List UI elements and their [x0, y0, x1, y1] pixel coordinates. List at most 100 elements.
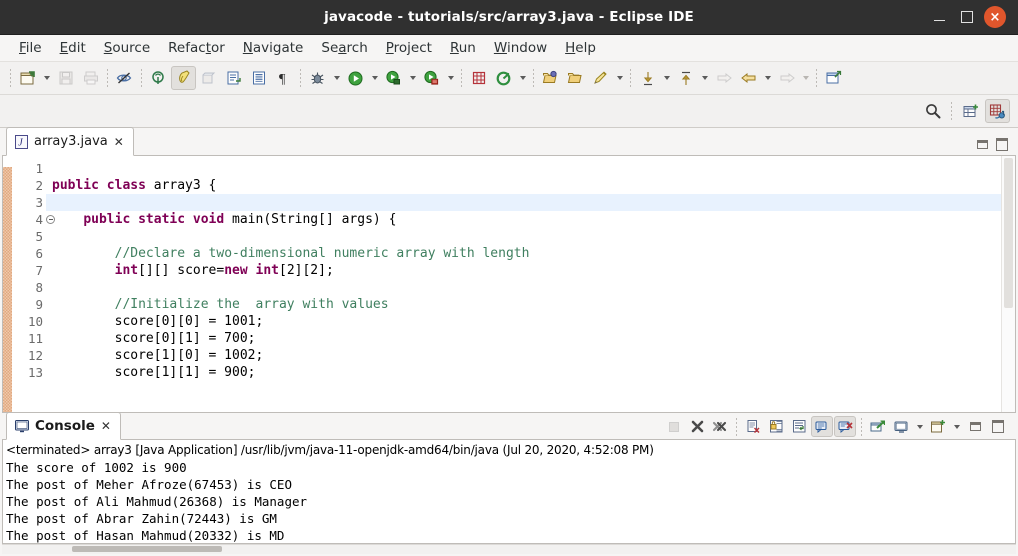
clear-console-button[interactable] — [742, 416, 764, 437]
forward-nav-button[interactable] — [711, 66, 736, 90]
console-output-line: The post of Ali Mahmud(26368) is Manager — [6, 494, 308, 509]
menu-bar: File Edit Source Refactor Navigate Searc… — [0, 35, 1018, 62]
console-minimize-button[interactable] — [964, 416, 986, 437]
toolbar-separator — [533, 69, 534, 87]
refresh-dropdown[interactable] — [516, 66, 529, 90]
toolbar-separator — [816, 69, 817, 87]
menu-item-refactor[interactable]: Refactor — [159, 37, 234, 59]
code-text-area[interactable]: public class array3 { public static void… — [46, 156, 1001, 412]
next-edit-button[interactable] — [774, 66, 799, 90]
open-console-button[interactable] — [867, 416, 889, 437]
chevron-down-icon — [371, 76, 378, 80]
new-package-button[interactable] — [196, 66, 221, 90]
close-icon[interactable]: ✕ — [114, 135, 124, 149]
select-console-button[interactable] — [890, 416, 912, 437]
toolbar-separator — [300, 69, 301, 87]
console-maximize-button[interactable] — [987, 416, 1009, 437]
menu-item-navigate[interactable]: Navigate — [234, 37, 313, 59]
previous-annotation-button[interactable] — [673, 66, 698, 90]
previous-annotation-dropdown[interactable] — [698, 66, 711, 90]
menu-item-source[interactable]: Source — [95, 37, 159, 59]
new-console-view-dropdown[interactable] — [950, 416, 963, 437]
title-bar: javacode - tutorials/src/array3.java - E… — [0, 0, 1018, 35]
new-window-button[interactable] — [821, 66, 846, 90]
minimize-button[interactable] — [925, 3, 953, 31]
code-editor[interactable]: 1 2 3 4 5 6 7 8 9 10 11 12 13 public cla… — [2, 156, 1016, 413]
view-minimize-icon[interactable] — [977, 140, 988, 149]
word-wrap-button[interactable] — [788, 416, 810, 437]
new-wizard-dropdown[interactable] — [40, 66, 53, 90]
toolbar-separator — [736, 417, 737, 436]
editor-tab-array3-java[interactable]: J array3.java ✕ — [6, 127, 134, 156]
external-tools-button[interactable] — [381, 66, 406, 90]
terminate-button[interactable] — [663, 416, 685, 437]
console-tab-bar: Console ✕ — [2, 412, 1016, 440]
editor-vertical-scrollbar[interactable] — [1001, 156, 1015, 412]
menu-item-run[interactable]: Run — [441, 37, 485, 59]
console-tab[interactable]: Console ✕ — [6, 412, 121, 440]
debug-dropdown[interactable] — [330, 66, 343, 90]
remove-launch-button[interactable] — [686, 416, 708, 437]
search-references-dropdown[interactable] — [613, 66, 626, 90]
coverage-button[interactable] — [419, 66, 444, 90]
toggle-mark-occurrences-button[interactable] — [112, 66, 137, 90]
print-button[interactable] — [78, 66, 103, 90]
external-tools-dropdown[interactable] — [406, 66, 419, 90]
open-task-button[interactable] — [221, 66, 246, 90]
menu-item-window[interactable]: Window — [485, 37, 556, 59]
open-resource-button[interactable] — [563, 66, 588, 90]
console-horizontal-scrollbar[interactable] — [2, 544, 1016, 554]
menu-item-file[interactable]: File — [10, 37, 51, 59]
debug-button[interactable] — [305, 66, 330, 90]
select-console-dropdown[interactable] — [913, 416, 926, 437]
open-perspective-button[interactable] — [958, 99, 983, 123]
view-maximize-icon[interactable] — [996, 138, 1008, 151]
scrollbar-thumb[interactable] — [72, 546, 222, 552]
close-button[interactable]: × — [981, 3, 1009, 31]
search-button[interactable] — [920, 99, 945, 123]
new-element-button[interactable] — [466, 66, 491, 90]
refresh-button[interactable] — [491, 66, 516, 90]
console-icon — [15, 419, 29, 433]
line-number: 3 — [35, 195, 43, 210]
scrollbar-thumb[interactable] — [1004, 158, 1013, 308]
back-nav-dropdown[interactable] — [761, 66, 774, 90]
next-annotation-button[interactable] — [635, 66, 660, 90]
minimize-icon — [933, 19, 945, 22]
menu-item-project[interactable]: Project — [377, 37, 441, 59]
run-button[interactable] — [343, 66, 368, 90]
display-selected-console-button[interactable] — [834, 416, 856, 437]
chevron-down-icon — [616, 76, 623, 80]
open-type-button[interactable] — [538, 66, 563, 90]
run-dropdown[interactable] — [368, 66, 381, 90]
show-whitespace-button[interactable] — [246, 66, 271, 90]
next-edit-dropdown[interactable] — [799, 66, 812, 90]
new-java-class-button[interactable] — [171, 66, 196, 90]
coverage-dropdown[interactable] — [444, 66, 457, 90]
console-output[interactable]: <terminated> array3 [Java Application] /… — [2, 440, 1016, 544]
save-button[interactable] — [53, 66, 78, 90]
menu-item-search[interactable]: Search — [312, 37, 376, 59]
new-wizard-button[interactable] — [15, 66, 40, 90]
maximize-button[interactable] — [953, 3, 981, 31]
search-references-button[interactable] — [588, 66, 613, 90]
menu-item-help[interactable]: Help — [556, 37, 605, 59]
new-console-view-button[interactable] — [927, 416, 949, 437]
pilcrow-button[interactable]: ¶ — [271, 66, 296, 90]
pin-console-button[interactable] — [811, 416, 833, 437]
chevron-down-icon — [764, 76, 771, 80]
next-annotation-dropdown[interactable] — [660, 66, 673, 90]
chevron-down-icon — [43, 76, 50, 80]
close-icon[interactable]: ✕ — [101, 419, 111, 433]
editor-view-controls — [977, 138, 1016, 156]
remove-all-terminated-button[interactable] — [709, 416, 731, 437]
back-nav-button[interactable] — [736, 66, 761, 90]
close-icon: × — [984, 6, 1006, 28]
menu-item-edit[interactable]: Edit — [51, 37, 95, 59]
new-java-project-button[interactable] — [146, 66, 171, 90]
console-output-line: The post of Abrar Zahin(72443) is GM — [6, 511, 277, 526]
scroll-lock-button[interactable] — [765, 416, 787, 437]
java-perspective-button[interactable] — [985, 99, 1010, 123]
